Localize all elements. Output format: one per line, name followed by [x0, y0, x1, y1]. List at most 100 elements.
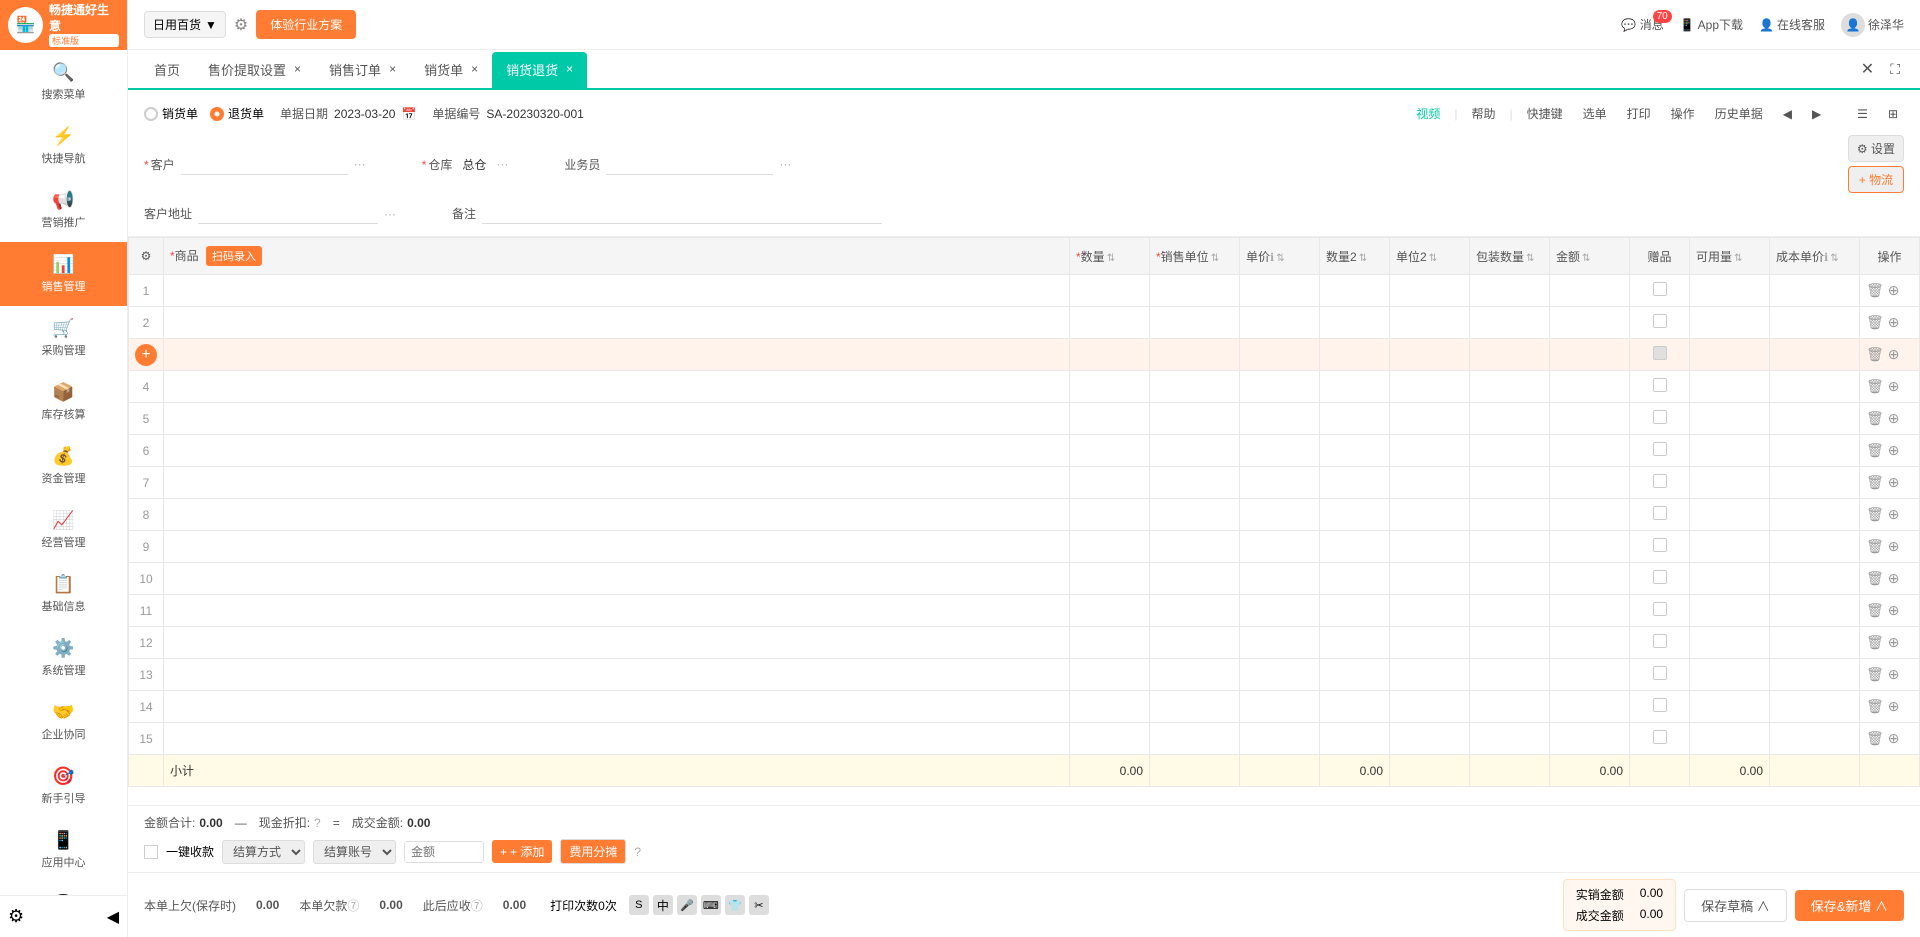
online-service-link[interactable]: 👤 在线客服 [1759, 16, 1825, 33]
tab-sale-return-close[interactable]: × [566, 62, 573, 76]
gift-cell-3[interactable] [1630, 339, 1690, 371]
sidebar-item-sales[interactable]: 📊 销售管理 [0, 242, 127, 306]
avail-cell-2[interactable] [1690, 307, 1770, 339]
next-button[interactable]: ▶ [1806, 104, 1827, 124]
qty-cell-1[interactable] [1070, 275, 1150, 307]
copy-icon-9[interactable]: ⊕ [1888, 538, 1900, 555]
bottom-icon-5[interactable]: 👕 [725, 895, 745, 915]
delete-icon-4[interactable]: 🗑 [1866, 378, 1884, 395]
unit-cell-2[interactable] [1150, 307, 1240, 339]
qty-cell-2[interactable] [1070, 307, 1150, 339]
tab-sale-delivery-close[interactable]: × [471, 62, 478, 76]
help-button[interactable]: 帮助 [1465, 102, 1501, 125]
tab-sale-return[interactable]: 销货退货 × [492, 52, 587, 89]
gift-cell-1[interactable] [1630, 275, 1690, 307]
amount-cell-2[interactable] [1550, 307, 1630, 339]
qty2-sort-icon[interactable]: ⇅ [1359, 253, 1367, 264]
sidebar-item-wechat[interactable]: 💬 企业微信 [0, 882, 127, 895]
save-new-button[interactable]: 保存&新增 ∧ [1795, 890, 1904, 921]
radio-return[interactable]: 退货单 [210, 105, 264, 122]
delete-icon-13[interactable]: 🗑 [1866, 666, 1884, 683]
avail-sort-icon[interactable]: ⇅ [1734, 253, 1742, 264]
product-input-3[interactable] [170, 347, 1063, 362]
view-grid-icon[interactable]: ⊞ [1882, 104, 1904, 124]
gift-checkbox-15[interactable] [1653, 730, 1667, 744]
sidebar-item-coop[interactable]: 🤝 企业协同 [0, 690, 127, 754]
collapse-icon[interactable]: ◀ [107, 907, 119, 927]
copy-icon-8[interactable]: ⊕ [1888, 506, 1900, 523]
unit-cell-3[interactable] [1150, 339, 1240, 371]
delete-icon-11[interactable]: 🗑 [1866, 602, 1884, 619]
bottom-icon-6[interactable]: ✂ [749, 895, 769, 915]
bottom-icon-2[interactable]: 中 [653, 895, 673, 915]
sidebar-item-operation[interactable]: 📈 经营管理 [0, 498, 127, 562]
gift-checkbox-6[interactable] [1653, 442, 1667, 456]
copy-icon-14[interactable]: ⊕ [1888, 698, 1900, 715]
pack-cell-1[interactable] [1470, 275, 1550, 307]
gift-checkbox-10[interactable] [1653, 570, 1667, 584]
gift-checkbox-4[interactable] [1653, 378, 1667, 392]
save-draft-button[interactable]: 保存草稿 ∧ [1684, 889, 1787, 922]
sidebar-item-search[interactable]: 🔍 搜索菜单 [0, 50, 127, 114]
cost-cell-3[interactable] [1770, 339, 1860, 371]
shortcuts-button[interactable]: 快捷键 [1521, 102, 1569, 125]
delete-icon-3[interactable]: 🗑 [1866, 346, 1884, 363]
actions-button[interactable]: 操作 [1665, 102, 1701, 125]
th-settings[interactable]: ⚙ [129, 238, 164, 275]
print-button[interactable]: 打印 [1621, 102, 1657, 125]
cost-help-icon[interactable]: ℹ [1824, 252, 1828, 264]
customer-input[interactable] [181, 154, 348, 175]
unit2-cell-2[interactable] [1390, 307, 1470, 339]
price-cell-3[interactable] [1240, 339, 1320, 371]
product-cell-2[interactable] [164, 307, 1070, 339]
price-cell-2[interactable] [1240, 307, 1320, 339]
settings-icon[interactable]: ⚙ [8, 906, 24, 927]
bottom-icon-3[interactable]: 🎤 [677, 895, 697, 915]
customer-dots[interactable]: ··· [354, 157, 366, 171]
delete-icon-15[interactable]: 🗑 [1866, 730, 1884, 747]
prev-button[interactable]: ◀ [1777, 104, 1798, 124]
staff-input[interactable] [606, 154, 773, 175]
sidebar-item-purchase[interactable]: 🛒 采购管理 [0, 306, 127, 370]
view-list-icon[interactable]: ☰ [1851, 104, 1874, 124]
copy-icon-3[interactable]: ⊕ [1888, 346, 1900, 363]
window-expand-button[interactable]: ⛶ [1882, 57, 1908, 82]
calendar-icon[interactable]: 📅 [401, 107, 416, 121]
payment-amount-input[interactable] [404, 841, 484, 863]
delete-icon-9[interactable]: 🗑 [1866, 538, 1884, 555]
sidebar-item-newbie[interactable]: 🎯 新手引导 [0, 754, 127, 818]
tab-sale-delivery[interactable]: 销货单 × [410, 52, 492, 89]
video-button[interactable]: 视频 [1410, 102, 1446, 125]
tab-sale-price[interactable]: 售价提取设置 × [194, 52, 315, 89]
amount-cell-3[interactable] [1550, 339, 1630, 371]
qty2-cell-3[interactable] [1320, 339, 1390, 371]
delete-icon-14[interactable]: 🗑 [1866, 698, 1884, 715]
radio-delivery[interactable]: 销货单 [144, 105, 198, 122]
tab-sale-order[interactable]: 销售订单 × [315, 52, 410, 89]
window-close-button[interactable]: ✕ [1853, 55, 1882, 83]
delete-icon-5[interactable]: 🗑 [1866, 410, 1884, 427]
discount-help-icon[interactable]: ? [314, 816, 321, 830]
pack-cell-3[interactable] [1470, 339, 1550, 371]
unit2-cell-3[interactable] [1390, 339, 1470, 371]
qty-cell-3[interactable] [1070, 339, 1150, 371]
pack-sort-icon[interactable]: ⇅ [1526, 253, 1534, 264]
amount-cell-1[interactable] [1550, 275, 1630, 307]
add-expense-button[interactable]: + + 添加 [492, 840, 552, 863]
delete-icon-6[interactable]: 🗑 [1866, 442, 1884, 459]
gift-checkbox-13[interactable] [1653, 666, 1667, 680]
delete-icon-7[interactable]: 🗑 [1866, 474, 1884, 491]
copy-icon-12[interactable]: ⊕ [1888, 634, 1900, 651]
delete-icon-2[interactable]: 🗑 [1866, 314, 1884, 331]
gift-checkbox-2[interactable] [1653, 314, 1667, 328]
add-row-button[interactable]: + [135, 344, 157, 366]
delete-icon-8[interactable]: 🗑 [1866, 506, 1884, 523]
delete-icon-12[interactable]: 🗑 [1866, 634, 1884, 651]
copy-icon-11[interactable]: ⊕ [1888, 602, 1900, 619]
address-dots[interactable]: ··· [384, 207, 396, 221]
fee-help-icon[interactable]: ? [634, 845, 641, 859]
copy-icon-2[interactable]: ⊕ [1888, 314, 1900, 331]
gift-checkbox-5[interactable] [1653, 410, 1667, 424]
sidebar-item-finance[interactable]: 💰 资金管理 [0, 434, 127, 498]
price-cell-1[interactable] [1240, 275, 1320, 307]
